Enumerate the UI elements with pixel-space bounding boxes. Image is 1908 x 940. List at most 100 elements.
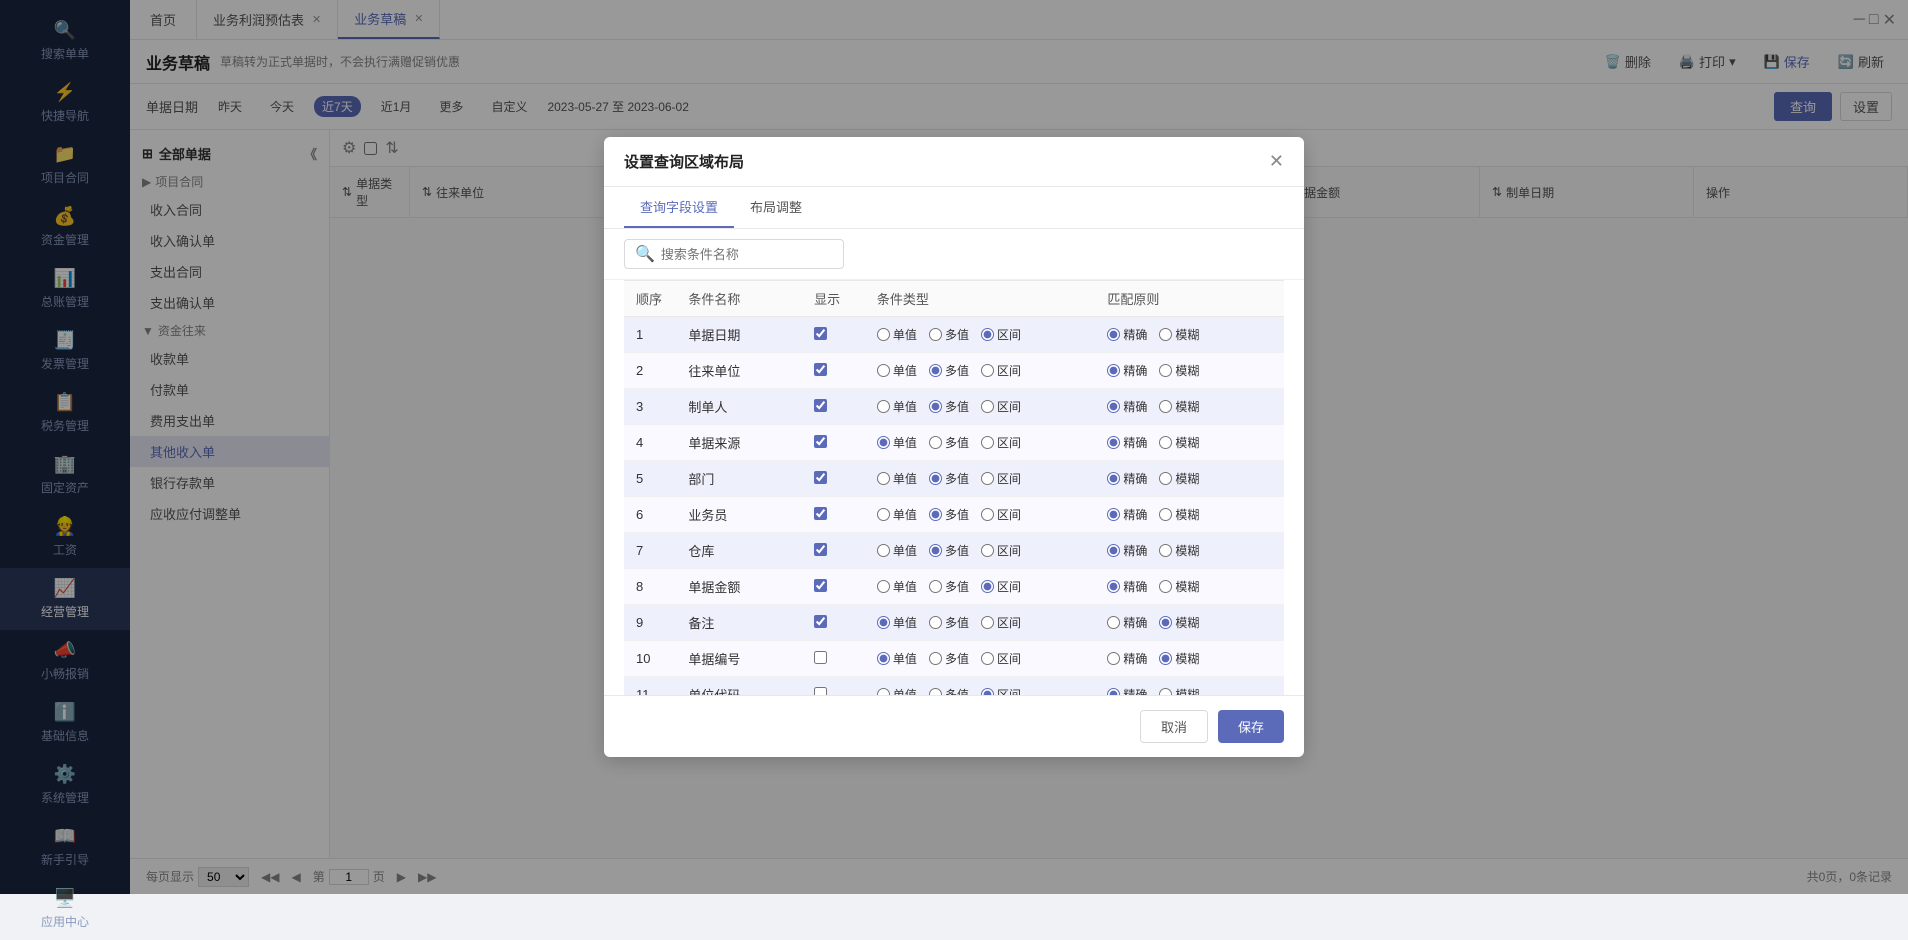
match-radio-fuzzy[interactable]: 模糊 [1159, 650, 1199, 667]
type-radio-single[interactable]: 单值 [877, 326, 917, 343]
type-radio-range[interactable]: 区间 [981, 578, 1021, 595]
type-radio-range[interactable]: 区间 [981, 470, 1021, 487]
match-radio-fuzzy[interactable]: 模糊 [1159, 614, 1199, 631]
table-row: 5部门单值多值区间精确模糊 [624, 461, 1284, 497]
sidebar-item-label: 应用中心 [41, 913, 89, 930]
cell-name: 单据金额 [676, 569, 802, 605]
match-radio-fuzzy[interactable]: 模糊 [1159, 398, 1199, 415]
type-radio-multi[interactable]: 多值 [929, 434, 969, 451]
table-row: 8单据金额单值多值区间精确模糊 [624, 569, 1284, 605]
type-radio-single[interactable]: 单值 [877, 398, 917, 415]
cell-seq: 2 [624, 353, 676, 389]
match-radio-fuzzy[interactable]: 模糊 [1159, 686, 1199, 695]
show-checkbox[interactable] [814, 543, 827, 556]
match-radio-exact[interactable]: 精确 [1107, 686, 1147, 695]
match-radio-fuzzy[interactable]: 模糊 [1159, 578, 1199, 595]
type-radio-range[interactable]: 区间 [981, 326, 1021, 343]
table-row: 4单据来源单值多值区间精确模糊 [624, 425, 1284, 461]
type-radio-range[interactable]: 区间 [981, 398, 1021, 415]
type-radio-single[interactable]: 单值 [877, 614, 917, 631]
type-radio-range[interactable]: 区间 [981, 686, 1021, 695]
type-radio-multi[interactable]: 多值 [929, 506, 969, 523]
show-checkbox[interactable] [814, 327, 827, 340]
show-checkbox[interactable] [814, 471, 827, 484]
match-radio-group: 精确模糊 [1107, 326, 1272, 343]
cell-seq: 7 [624, 533, 676, 569]
cell-match: 精确模糊 [1095, 461, 1284, 497]
match-radio-exact[interactable]: 精确 [1107, 578, 1147, 595]
match-radio-group: 精确模糊 [1107, 506, 1272, 523]
cell-type: 单值多值区间 [865, 425, 1095, 461]
type-radio-multi[interactable]: 多值 [929, 650, 969, 667]
show-checkbox[interactable] [814, 399, 827, 412]
type-radio-multi[interactable]: 多值 [929, 398, 969, 415]
show-checkbox[interactable] [814, 579, 827, 592]
type-radio-single[interactable]: 单值 [877, 362, 917, 379]
cell-type: 单值多值区间 [865, 317, 1095, 353]
type-radio-multi[interactable]: 多值 [929, 614, 969, 631]
match-radio-exact[interactable]: 精确 [1107, 326, 1147, 343]
table-row: 1单据日期单值多值区间精确模糊 [624, 317, 1284, 353]
match-radio-exact[interactable]: 精确 [1107, 362, 1147, 379]
modal-search-icon: 🔍 [635, 244, 655, 264]
match-radio-fuzzy[interactable]: 模糊 [1159, 470, 1199, 487]
match-radio-exact[interactable]: 精确 [1107, 470, 1147, 487]
type-radio-multi[interactable]: 多值 [929, 542, 969, 559]
show-checkbox[interactable] [814, 507, 827, 520]
type-radio-single[interactable]: 单值 [877, 686, 917, 695]
modal-save-button[interactable]: 保存 [1218, 710, 1284, 743]
cell-type: 单值多值区间 [865, 569, 1095, 605]
type-radio-single[interactable]: 单值 [877, 650, 917, 667]
type-radio-range[interactable]: 区间 [981, 650, 1021, 667]
modal-cancel-button[interactable]: 取消 [1140, 710, 1208, 743]
modal-tabs: 查询字段设置 布局调整 [604, 187, 1304, 229]
type-radio-range[interactable]: 区间 [981, 362, 1021, 379]
type-radio-multi[interactable]: 多值 [929, 686, 969, 695]
match-radio-exact[interactable]: 精确 [1107, 542, 1147, 559]
modal-tab-fields[interactable]: 查询字段设置 [624, 187, 734, 228]
match-radio-fuzzy[interactable]: 模糊 [1159, 362, 1199, 379]
type-radio-group: 单值多值区间 [877, 362, 1083, 379]
match-radio-fuzzy[interactable]: 模糊 [1159, 326, 1199, 343]
cell-seq: 1 [624, 317, 676, 353]
cell-name: 制单人 [676, 389, 802, 425]
type-radio-range[interactable]: 区间 [981, 614, 1021, 631]
match-radio-exact[interactable]: 精确 [1107, 506, 1147, 523]
match-radio-exact[interactable]: 精确 [1107, 650, 1147, 667]
match-radio-exact[interactable]: 精确 [1107, 614, 1147, 631]
cell-show [802, 461, 865, 497]
type-radio-single[interactable]: 单值 [877, 470, 917, 487]
match-radio-fuzzy[interactable]: 模糊 [1159, 542, 1199, 559]
type-radio-range[interactable]: 区间 [981, 434, 1021, 451]
modal-close-button[interactable]: ✕ [1269, 151, 1284, 172]
cell-show [802, 641, 865, 677]
show-checkbox[interactable] [814, 651, 827, 664]
type-radio-range[interactable]: 区间 [981, 506, 1021, 523]
type-radio-multi[interactable]: 多值 [929, 470, 969, 487]
show-checkbox[interactable] [814, 435, 827, 448]
type-radio-single[interactable]: 单值 [877, 542, 917, 559]
type-radio-multi[interactable]: 多值 [929, 326, 969, 343]
match-radio-fuzzy[interactable]: 模糊 [1159, 434, 1199, 451]
cell-show [802, 677, 865, 696]
modal-overlay: 设置查询区域布局 ✕ 查询字段设置 布局调整 🔍 [0, 0, 1908, 894]
type-radio-range[interactable]: 区间 [981, 542, 1021, 559]
type-radio-multi[interactable]: 多值 [929, 578, 969, 595]
modal-search-input[interactable] [661, 247, 821, 262]
match-radio-group: 精确模糊 [1107, 398, 1272, 415]
show-checkbox[interactable] [814, 615, 827, 628]
cell-show [802, 389, 865, 425]
match-radio-exact[interactable]: 精确 [1107, 434, 1147, 451]
type-radio-single[interactable]: 单值 [877, 578, 917, 595]
show-checkbox[interactable] [814, 687, 827, 696]
type-radio-single[interactable]: 单值 [877, 506, 917, 523]
modal-tab-layout[interactable]: 布局调整 [734, 187, 818, 228]
cell-type: 单值多值区间 [865, 497, 1095, 533]
type-radio-multi[interactable]: 多值 [929, 362, 969, 379]
type-radio-group: 单值多值区间 [877, 614, 1083, 631]
match-radio-fuzzy[interactable]: 模糊 [1159, 506, 1199, 523]
cell-match: 精确模糊 [1095, 605, 1284, 641]
match-radio-exact[interactable]: 精确 [1107, 398, 1147, 415]
show-checkbox[interactable] [814, 363, 827, 376]
type-radio-single[interactable]: 单值 [877, 434, 917, 451]
